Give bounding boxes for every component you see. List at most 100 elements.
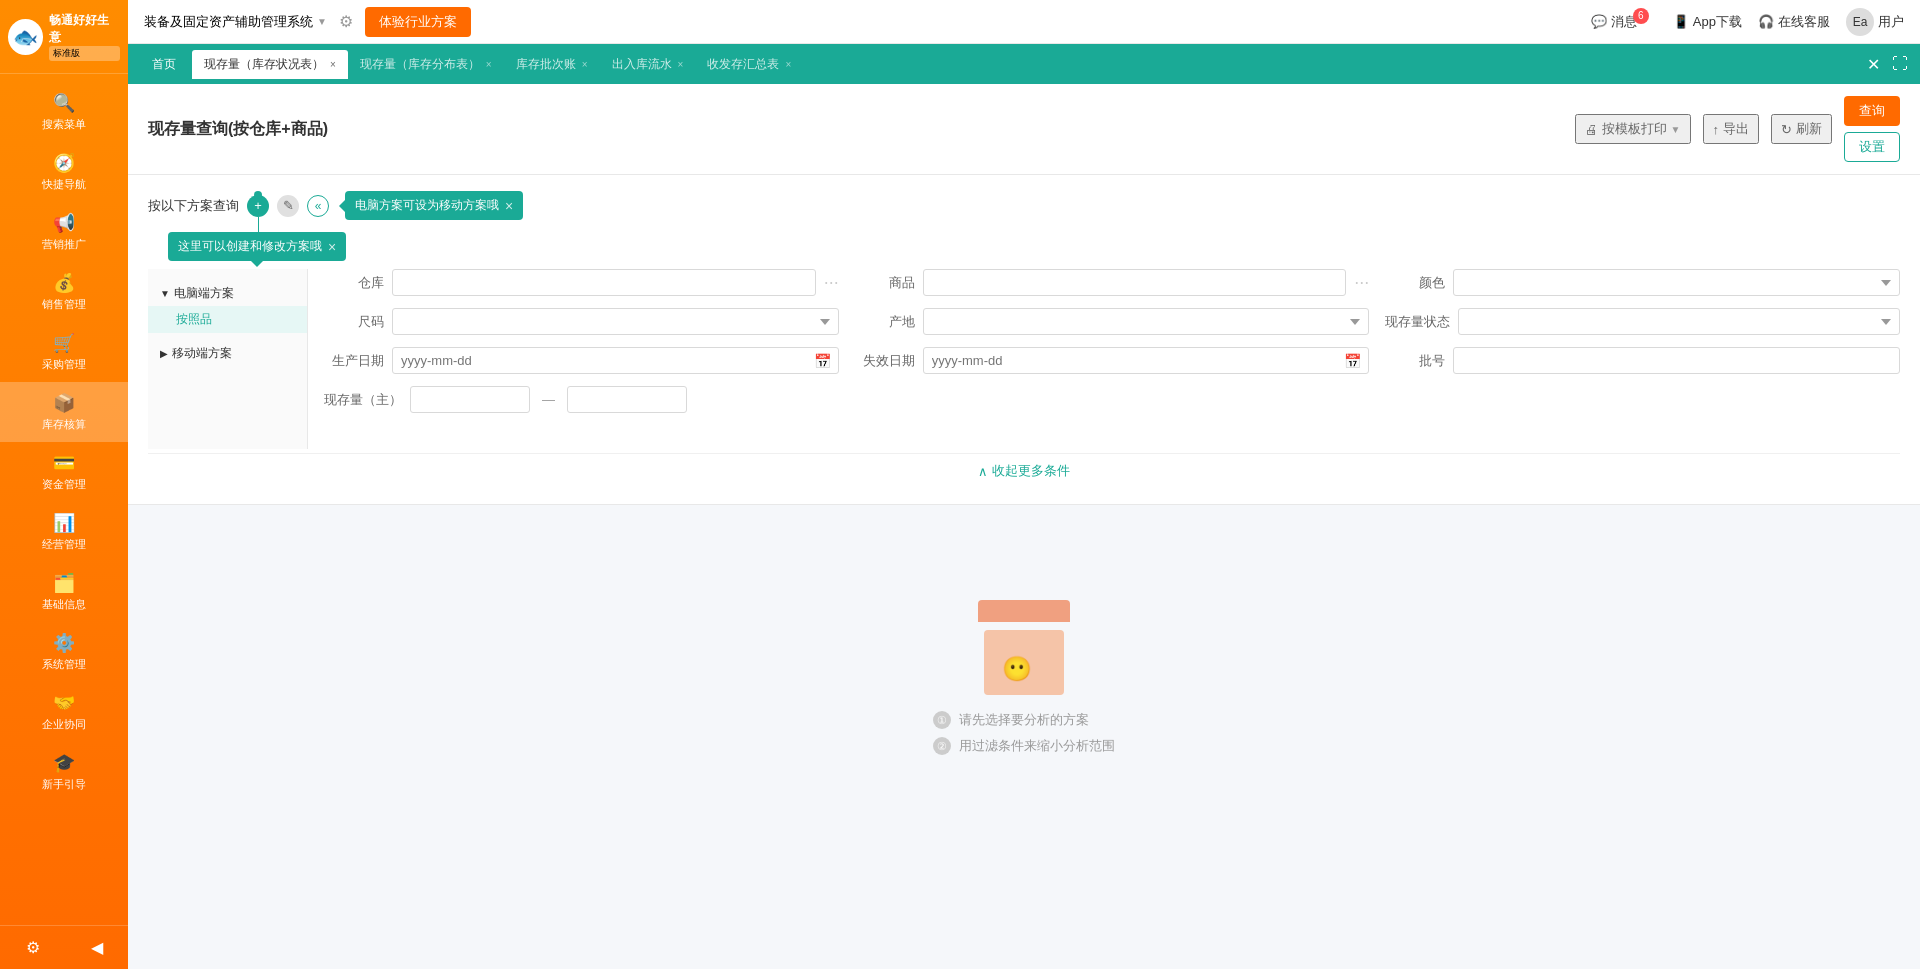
create-scheme-tooltip-close[interactable]: ×	[328, 239, 336, 255]
box-face: 😶	[1002, 655, 1032, 683]
pc-scheme-tooltip-wrapper: 电脑方案可设为移动方案哦 ×	[345, 191, 523, 220]
header-right: 💬 消息 6 📱 App下载 🎧 在线客服 Ea 用户	[1591, 8, 1904, 36]
print-button[interactable]: 🖨 按模板打印 ▼	[1575, 114, 1691, 144]
back-scheme-button[interactable]: «	[307, 195, 329, 217]
export-icon: ↑	[1713, 122, 1720, 137]
inventory-main-input[interactable]	[410, 386, 530, 413]
sales-nav-icon: 💰	[53, 272, 75, 294]
batch-no-label: 批号	[1385, 352, 1445, 370]
sidebar-item-system[interactable]: ⚙️ 系统管理	[0, 622, 128, 682]
size-select[interactable]	[392, 308, 839, 335]
sidebar-item-guide[interactable]: 🎓 新手引导	[0, 742, 128, 802]
size-label: 尺码	[324, 313, 384, 331]
filter-section: 按以下方案查询 + ✎ « 电脑方案可设为移动方案哦 × 这	[128, 175, 1920, 505]
tab-close-batch-ledger[interactable]: ×	[582, 59, 588, 70]
collapse-sidebar-icon[interactable]: ◀	[91, 938, 103, 957]
pc-scheme-tooltip: 电脑方案可设为移动方案哦 ×	[345, 191, 523, 220]
pc-scheme-tooltip-close[interactable]: ×	[505, 198, 513, 214]
prod-date-input[interactable]	[392, 347, 839, 374]
scheme-group-pc-header[interactable]: ▼ 电脑端方案	[148, 281, 307, 306]
export-button[interactable]: ↑ 导出	[1703, 114, 1760, 144]
empty-state: 😶 ① 请先选择要分析的方案 ② 用过滤条件来缩小分析范围	[128, 505, 1920, 835]
tab-receive-summary[interactable]: 收发存汇总表 ×	[695, 50, 803, 79]
warehouse-dots[interactable]: ···	[824, 272, 839, 293]
sidebar-item-quick[interactable]: 🧭 快捷导航	[0, 142, 128, 202]
notification-action[interactable]: 💬 消息 6	[1591, 13, 1657, 31]
header-settings-icon[interactable]: ⚙	[339, 12, 353, 31]
origin-select[interactable]	[923, 308, 1370, 335]
sidebar-item-marketing[interactable]: 📢 营销推广	[0, 202, 128, 262]
batch-no-input[interactable]	[1453, 347, 1900, 374]
inventory-status-select[interactable]	[1458, 308, 1900, 335]
expiry-date-label: 失效日期	[855, 352, 915, 370]
tab-inout-flow[interactable]: 出入库流水 ×	[600, 50, 696, 79]
inventory-main-input-end[interactable]	[567, 386, 687, 413]
app-download-action[interactable]: 📱 App下载	[1673, 13, 1742, 31]
dot-indicator	[254, 191, 262, 199]
search-button-top[interactable]: 查询	[1844, 96, 1900, 126]
sidebar-item-inventory[interactable]: 📦 库存核算	[0, 382, 128, 442]
tab-close-receive-summary[interactable]: ×	[785, 59, 791, 70]
page-actions: 🖨 按模板打印 ▼ ↑ 导出 ↻ 刷新 查询 设置	[1575, 96, 1900, 162]
goods-dots[interactable]: ···	[1354, 272, 1369, 293]
filter-goods: 商品 ···	[855, 269, 1370, 296]
tab-close-inventory-dist[interactable]: ×	[486, 59, 492, 70]
filter-warehouse: 仓库 ···	[324, 269, 839, 296]
empty-step-1: ① 请先选择要分析的方案	[933, 711, 1115, 729]
user-action[interactable]: Ea 用户	[1846, 8, 1904, 36]
operation-nav-icon: 📊	[53, 512, 75, 534]
reset-button-top[interactable]: 设置	[1844, 132, 1900, 162]
filter-main: 仓库 ··· 商品 ··· 颜色	[308, 269, 1900, 449]
expiry-date-input[interactable]	[923, 347, 1370, 374]
sidebar-item-sales[interactable]: 💰 销售管理	[0, 262, 128, 322]
marketing-nav-icon: 📢	[53, 212, 75, 234]
edit-scheme-button[interactable]: ✎	[277, 195, 299, 217]
step-num-1: ①	[933, 711, 951, 729]
filter-inventory-main: 现存量（主） —	[324, 386, 839, 413]
filter-label: 按以下方案查询	[148, 197, 239, 215]
tab-batch-ledger[interactable]: 库存批次账 ×	[504, 50, 600, 79]
warehouse-input[interactable]	[392, 269, 816, 296]
refresh-button[interactable]: ↻ 刷新	[1771, 114, 1832, 144]
color-select[interactable]	[1453, 269, 1900, 296]
goods-input[interactable]	[923, 269, 1347, 296]
trial-button[interactable]: 体验行业方案	[365, 7, 471, 37]
tab-inventory-dist[interactable]: 现存量（库存分布表） ×	[348, 50, 504, 79]
tab-inventory-status[interactable]: 现存量（库存状况表） ×	[192, 50, 348, 79]
quick-nav-icon: 🧭	[53, 152, 75, 174]
chevron-right-icon-mobile: ▶	[160, 348, 168, 359]
main-content: 现存量查询(按仓库+商品) 🖨 按模板打印 ▼ ↑ 导出 ↻ 刷新 查询 设置	[128, 84, 1920, 969]
scheme-group-mobile-header[interactable]: ▶ 移动端方案	[148, 341, 307, 366]
tab-bar-expand-icon[interactable]: ⛶	[1888, 51, 1912, 77]
scheme-item-goods[interactable]: 按照品	[148, 306, 307, 333]
sidebar-item-finance[interactable]: 💳 资金管理	[0, 442, 128, 502]
sidebar-item-purchase[interactable]: 🛒 采购管理	[0, 322, 128, 382]
sidebar-item-base[interactable]: 🗂️ 基础信息	[0, 562, 128, 622]
system-nav-icon: ⚙️	[53, 632, 75, 654]
print-icon: 🖨	[1585, 122, 1598, 137]
message-icon: 💬	[1591, 14, 1607, 29]
tab-bar-close-icon[interactable]: ✕	[1863, 51, 1884, 78]
system-title-dropdown[interactable]: 装备及固定资产辅助管理系统 ▼	[144, 13, 327, 31]
sidebar-item-search[interactable]: 🔍 搜索菜单	[0, 82, 128, 142]
inventory-main-label: 现存量（主）	[324, 391, 402, 409]
tab-home[interactable]: 首页	[136, 50, 192, 79]
dropdown-chevron-icon: ▼	[317, 16, 327, 27]
sidebar-item-operation[interactable]: 📊 经营管理	[0, 502, 128, 562]
sidebar-item-enterprise[interactable]: 🤝 企业协同	[0, 682, 128, 742]
online-service-action[interactable]: 🎧 在线客服	[1758, 13, 1830, 31]
purchase-nav-icon: 🛒	[53, 332, 75, 354]
collapse-filter-button[interactable]: ∧ 收起更多条件	[148, 453, 1900, 488]
filter-row-3: 生产日期 📅 失效日期 📅 批号	[324, 347, 1900, 374]
empty-illustration: 😶	[964, 585, 1084, 695]
settings-bottom-icon[interactable]: ⚙	[26, 938, 40, 957]
refresh-icon: ↻	[1781, 122, 1792, 137]
header-left: 装备及固定资产辅助管理系统 ▼ ⚙ 体验行业方案	[144, 7, 471, 37]
tab-close-inventory-status[interactable]: ×	[330, 59, 336, 70]
origin-label: 产地	[855, 313, 915, 331]
prod-date-label: 生产日期	[324, 352, 384, 370]
base-nav-icon: 🗂️	[53, 572, 75, 594]
empty-step-2: ② 用过滤条件来缩小分析范围	[933, 737, 1115, 755]
tab-close-inout-flow[interactable]: ×	[678, 59, 684, 70]
prod-date-calendar-icon: 📅	[814, 353, 831, 369]
